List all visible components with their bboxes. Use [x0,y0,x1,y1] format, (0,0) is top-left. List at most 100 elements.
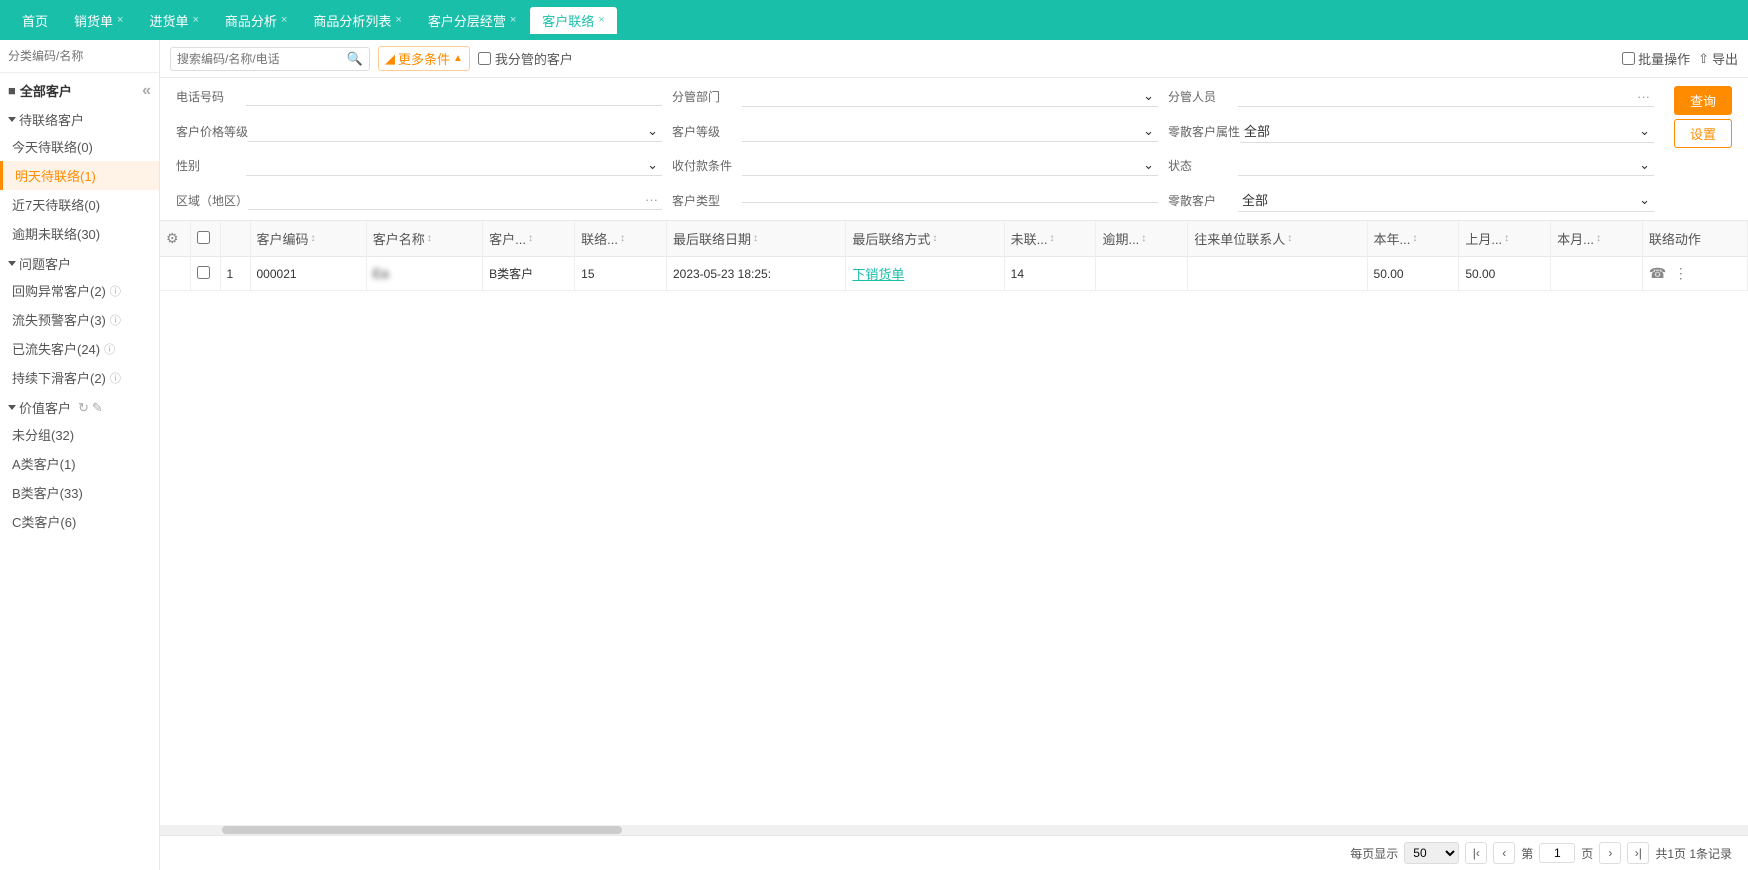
row-checkbox[interactable] [197,266,210,279]
row-last-contact-method[interactable]: 下销货单 [846,257,1004,291]
sort-icon: ↕ [932,233,937,244]
price-level-select[interactable]: ⌄ [248,121,662,142]
nav-customer-layering[interactable]: 客户分层经营 × [416,7,528,34]
sort-icon: ↕ [1596,233,1601,244]
retail-customer-select[interactable]: 全部 ⌄ [1238,188,1654,212]
chevron-down-icon: ⌄ [1639,192,1650,208]
col-last-contact-method[interactable]: 最后联络方式↕ [846,221,1004,257]
batch-ops-btn[interactable]: 批量操作 [1622,49,1690,68]
col-contact[interactable]: 联络...↕ [575,221,667,257]
sidebar-item-b-class[interactable]: B类客户(33) [0,478,159,507]
sidebar-item-tomorrow-pending[interactable]: 明天待联络(1) [0,161,159,190]
more-icon[interactable]: ··· [645,192,658,207]
page-size-select[interactable]: 50 100 200 [1404,842,1459,864]
horizontal-scrollbar[interactable] [160,825,1748,835]
prev-page-btn[interactable]: ‹ [1493,842,1515,864]
gear-icon[interactable]: ⚙ [166,230,179,246]
col-name[interactable]: 客户名称↕ [366,221,482,257]
customer-level-select[interactable]: ⌄ [742,121,1158,142]
page-number-input[interactable] [1539,843,1575,863]
col-this-year[interactable]: 本年...↕ [1367,221,1459,257]
phone-input[interactable] [246,87,662,106]
row-company-contact [1188,257,1367,291]
my-customers-check[interactable] [478,52,491,65]
col-code[interactable]: 客户编码↕ [250,221,366,257]
collapse-icon[interactable]: « [142,82,151,100]
more-conditions-btn[interactable]: ◢ 更多条件 ▲ [378,46,470,71]
col-no-contact[interactable]: 未联...↕ [1004,221,1096,257]
customer-type-field: 客户类型 [672,192,1158,209]
batch-check[interactable] [1622,52,1635,65]
chevron-down-icon: ⌄ [647,123,658,139]
sidebar-item-lost-customers[interactable]: 已流失客户(24) ⓘ [0,334,159,363]
col-settings[interactable]: ⚙ [160,221,190,257]
col-check[interactable] [190,221,220,257]
sidebar-item-a-class[interactable]: A类客户(1) [0,449,159,478]
value-group: 价值客户 ↻ ✎ [0,392,159,420]
sidebar-item-today-pending[interactable]: 今天待联络(0) [0,132,159,161]
search-icon[interactable]: 🔍 [347,51,363,67]
nav-product-analysis-list[interactable]: 商品分析列表 × [301,7,413,34]
action-phone-icon[interactable]: ☎ [1649,265,1666,281]
close-icon[interactable]: × [510,14,516,26]
first-page-btn[interactable]: |‹ [1465,842,1487,864]
all-customers-section: ■ 全部客户 « [0,73,159,104]
nav-purchase-order[interactable]: 进货单 × [137,7,210,34]
query-button[interactable]: 查询 [1674,86,1732,115]
sort-icon: ↕ [1287,233,1292,244]
payment-select[interactable]: ⌄ [742,155,1158,176]
col-this-month[interactable]: 本月...↕ [1551,221,1643,257]
col-overdue[interactable]: 逾期...↕ [1096,221,1188,257]
close-icon[interactable]: × [598,14,604,26]
dept-select[interactable]: ⌄ [742,86,1158,107]
export-btn[interactable]: ⇧ 导出 [1698,49,1738,68]
sidebar-item-overdue-contact[interactable]: 逾期未联络(30) [0,219,159,248]
nav-sales-order[interactable]: 销货单 × [62,7,135,34]
toolbar-right: 批量操作 ⇧ 导出 [1622,49,1738,68]
col-last-contact-date[interactable]: 最后联络日期↕ [666,221,845,257]
next-page-btn[interactable]: › [1599,842,1621,864]
status-select[interactable]: ⌄ [1238,155,1654,176]
person-select[interactable]: ··· [1238,87,1654,107]
edit-icon[interactable]: ✎ [92,400,103,416]
sidebar-item-abnormal-repurchase[interactable]: 回购异常客户(2) ⓘ [0,276,159,305]
chevron-up-icon: ▲ [453,53,463,64]
row-check[interactable] [190,257,220,291]
more-icon[interactable]: ··· [1637,89,1650,104]
gender-select[interactable]: ⌄ [246,155,662,176]
sidebar-item-7days-pending[interactable]: 近7天待联络(0) [0,190,159,219]
col-type[interactable]: 客户...↕ [483,221,575,257]
select-all-checkbox[interactable] [197,231,210,244]
action-more-icon[interactable]: ⋮ [1674,265,1688,281]
customer-type-select[interactable] [742,198,1158,203]
expand-icon[interactable] [8,117,16,122]
sidebar-item-ungrouped[interactable]: 未分组(32) [0,420,159,449]
col-last-month[interactable]: 上月...↕ [1459,221,1551,257]
nav-product-analysis[interactable]: 商品分析 × [213,7,299,34]
sidebar-item-declining-customers[interactable]: 持续下滑客户(2) ⓘ [0,363,159,392]
expand-icon[interactable] [8,261,16,266]
last-page-btn[interactable]: ›| [1627,842,1649,864]
close-icon[interactable]: × [395,14,401,26]
close-icon[interactable]: × [192,14,198,26]
nav-home[interactable]: 首页 [10,7,60,34]
close-icon[interactable]: × [281,14,287,26]
nav-customer-contact[interactable]: 客户联络 × [530,7,616,34]
close-icon[interactable]: × [117,14,123,26]
search-input[interactable] [177,52,347,66]
my-customers-checkbox[interactable]: 我分管的客户 [478,49,573,68]
refresh-icon[interactable]: ↻ [78,400,89,416]
expand-icon[interactable] [8,405,16,410]
sidebar-item-c-class[interactable]: C类客户(6) [0,507,159,536]
scrollbar-thumb[interactable] [222,826,622,834]
sidebar-item-lost-warning[interactable]: 流失预警客户(3) ⓘ [0,305,159,334]
sort-icon: ↕ [311,233,316,244]
settings-button[interactable]: 设置 [1674,119,1732,148]
col-company-contact[interactable]: 往来单位联系人↕ [1188,221,1367,257]
sidebar-search-input[interactable] [8,49,160,63]
sort-icon: ↕ [620,233,625,244]
col-action: 联络动作 [1642,221,1747,257]
retail-attr-select[interactable]: 全部 ⌄ [1240,119,1654,143]
col-no [220,221,250,257]
region-select[interactable]: ··· [248,190,662,210]
